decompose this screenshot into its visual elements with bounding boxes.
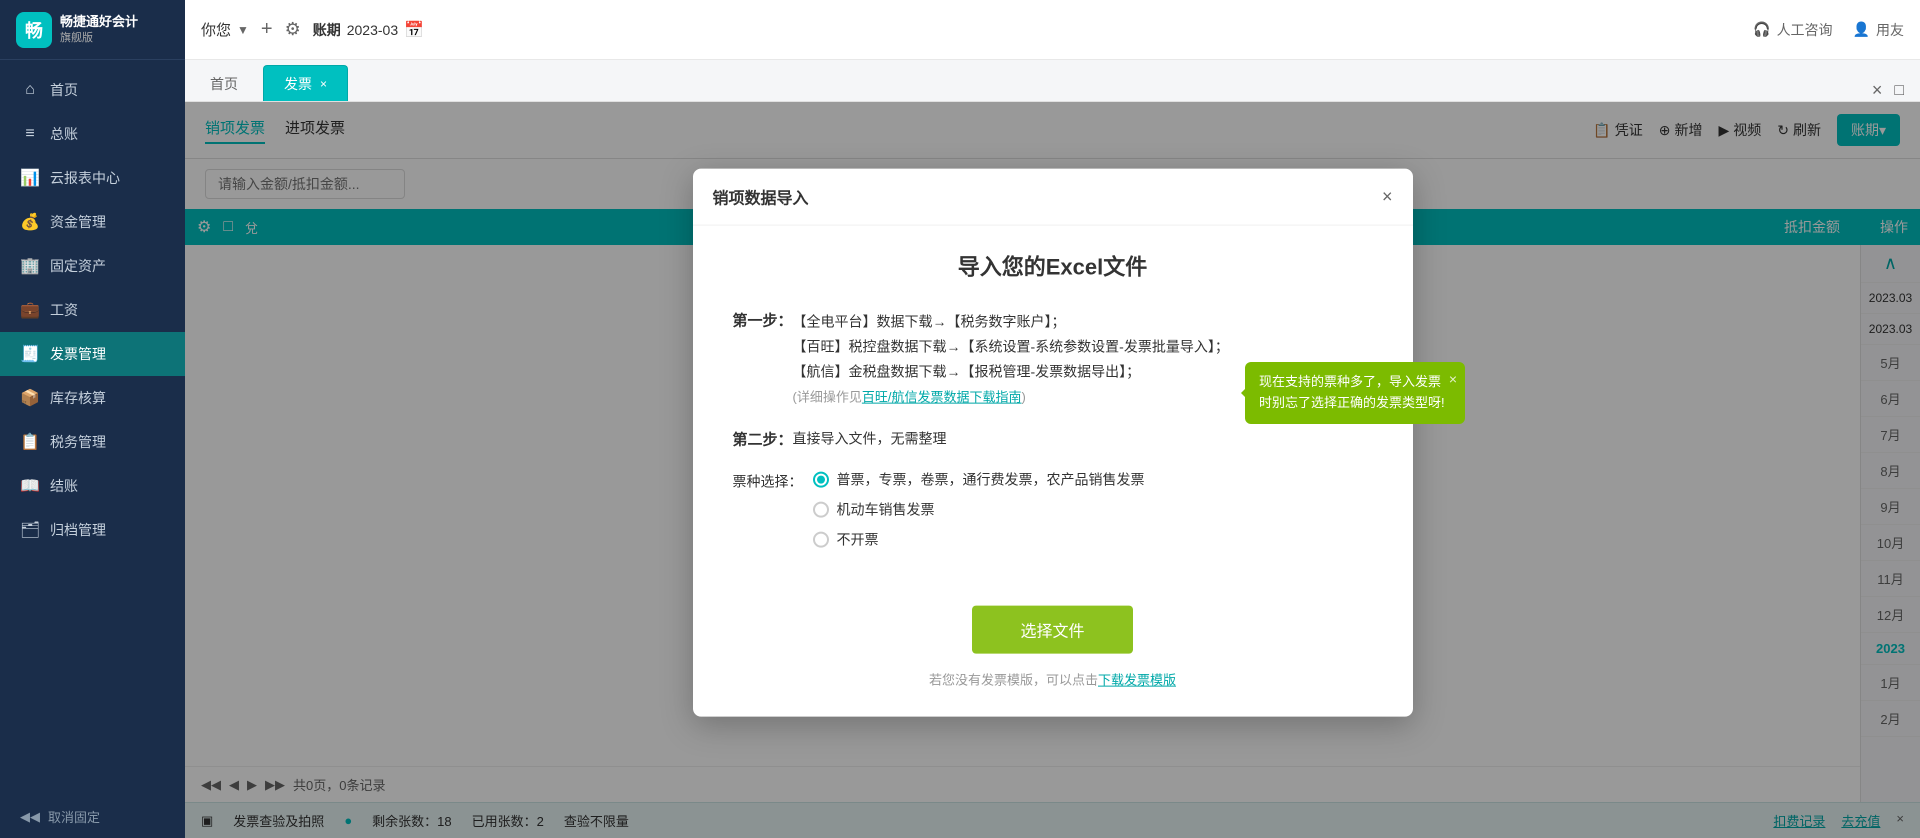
step1-label: 第一步： — [733, 310, 793, 331]
ledger-icon: ≡ — [20, 125, 40, 143]
step2-block: 第二步： 直接导入文件，无需整理 — [733, 429, 1373, 450]
window-maximize-icon[interactable]: □ — [1894, 82, 1904, 100]
import-modal: 销项数据导入 × 导入您的Excel文件 第一步： 【全电平台】数据下载→【税务… — [693, 169, 1413, 717]
step2-text: 直接导入文件，无需整理 — [793, 429, 947, 449]
radio-1-circle[interactable] — [813, 472, 829, 488]
download-template-link[interactable]: 下载发票模版 — [1098, 673, 1176, 688]
sidebar-item-archive[interactable]: 🗂 归档管理 — [0, 508, 185, 552]
logo-icon: 畅 — [16, 12, 52, 48]
modal-title: 销项数据导入 — [713, 185, 809, 209]
tab-invoice[interactable]: 发票 × — [263, 65, 348, 101]
sidebar-item-assets[interactable]: 🏢 固定资产 — [0, 244, 185, 288]
archive-icon: 🗂 — [20, 520, 40, 540]
stock-icon: 📦 — [20, 388, 40, 408]
sidebar: 畅 畅捷通好会计 旗舰版 ⌂ 首页 ≡ 总账 📊 云报表中心 💰 资金管理 🏢 … — [0, 0, 185, 838]
tooltip-close-icon[interactable]: × — [1449, 368, 1457, 390]
sidebar-nav: ⌂ 首页 ≡ 总账 📊 云报表中心 💰 资金管理 🏢 固定资产 💼 工资 🧾 发… — [0, 60, 185, 795]
fund-icon: 💰 — [20, 212, 40, 232]
sidebar-item-close[interactable]: 📖 结账 — [0, 464, 185, 508]
close-book-icon: 📖 — [20, 476, 40, 496]
ticket-option-3[interactable]: 不开票 — [813, 530, 1145, 550]
select-file-button[interactable]: 选择文件 — [972, 606, 1132, 654]
tab-home[interactable]: 首页 — [189, 65, 259, 101]
step1-line1: 【全电平台】数据下载→【税务数字账户】； — [793, 310, 1229, 335]
ticket-selection: 票种选择： 普票，专票，卷票，通行费发票，农产品销售发票 — [733, 470, 1373, 550]
tax-icon: 📋 — [20, 432, 40, 452]
content-area: 销项发票 进项发票 📋 凭证 ⊕ 新增 ▶ 视频 — [185, 102, 1920, 838]
ticket-option-2-label: 机动车销售发票 — [837, 500, 935, 520]
radio-3-circle[interactable] — [813, 532, 829, 548]
ticket-option-1-label: 普票，专票，卷票，通行费发票，农产品销售发票 — [837, 470, 1145, 490]
step2-label: 第二步： — [733, 429, 793, 450]
logo-text: 畅捷通好会计 旗舰版 — [60, 14, 138, 45]
modal-footer: 选择文件 若您没有发票模版，可以点击下载发票模版 — [693, 606, 1413, 717]
company-selector[interactable]: 你您 ▼ — [201, 19, 249, 40]
radio-2-circle[interactable] — [813, 502, 829, 518]
period-display: 账期 2023-03 📅 — [313, 20, 424, 40]
settings-icon[interactable]: ⚙ — [285, 19, 301, 40]
top-header: 你您 ▼ + ⚙ 账期 2023-03 📅 🎧 人工咨询 👤 用友 — [185, 0, 1920, 60]
user-button[interactable]: 👤 用友 — [1853, 20, 1904, 40]
radio-group: 普票，专票，卷票，通行费发票，农产品销售发票 机动车销售发票 不开票 — [813, 470, 1145, 550]
modal-header: 销项数据导入 × — [693, 169, 1413, 226]
home-icon: ⌂ — [20, 81, 40, 99]
user-icon: 👤 — [1853, 21, 1870, 38]
tab-invoice-close-icon[interactable]: × — [320, 77, 327, 91]
sidebar-logo: 畅 畅捷通好会计 旗舰版 — [0, 0, 185, 60]
report-icon: 📊 — [20, 168, 40, 188]
pin-icon: ◀◀ — [20, 809, 40, 825]
sidebar-item-ledger[interactable]: ≡ 总账 — [0, 112, 185, 156]
ticket-option-3-label: 不开票 — [837, 530, 879, 550]
consult-button[interactable]: 🎧 人工咨询 — [1753, 20, 1832, 40]
sidebar-item-invoice[interactable]: 🧾 发票管理 — [0, 332, 185, 376]
sidebar-footer-cancel[interactable]: ◀◀ 取消固定 — [0, 795, 185, 838]
guide-link[interactable]: 百旺/航信发票数据下载指南 — [862, 389, 1022, 404]
sidebar-item-fund[interactable]: 💰 资金管理 — [0, 200, 185, 244]
step1-line2: 【百旺】税控盘数据下载→【系统设置-系统参数设置-发票批量导入】； — [793, 335, 1229, 360]
sidebar-item-report[interactable]: 📊 云报表中心 — [0, 156, 185, 200]
headset-icon: 🎧 — [1753, 21, 1770, 38]
download-hint: 若您没有发票模版，可以点击下载发票模版 — [693, 670, 1413, 689]
tooltip-bubble: × 现在支持的票种多了，导入发票时别忘了选择正确的发票类型呀! — [1245, 362, 1465, 424]
add-tab-button[interactable]: + — [261, 18, 273, 41]
radio-1-dot — [817, 476, 825, 484]
sidebar-item-tax[interactable]: 📋 税务管理 — [0, 420, 185, 464]
step1-guide: (详细操作见百旺/航信发票数据下载指南) — [793, 385, 1229, 408]
modal-excel-title: 导入您的Excel文件 — [733, 250, 1373, 282]
invoice-icon: 🧾 — [20, 344, 40, 364]
sidebar-item-stock[interactable]: 📦 库存核算 — [0, 376, 185, 420]
ticket-label: 票种选择： — [733, 470, 813, 492]
sidebar-item-salary[interactable]: 💼 工资 — [0, 288, 185, 332]
salary-icon: 💼 — [20, 300, 40, 320]
main-area: 你您 ▼ + ⚙ 账期 2023-03 📅 🎧 人工咨询 👤 用友 首页 发票 — [185, 0, 1920, 838]
ticket-option-2[interactable]: 机动车销售发票 — [813, 500, 1145, 520]
modal-close-icon[interactable]: × — [1382, 188, 1393, 206]
tabs-bar: 首页 发票 × × □ — [185, 60, 1920, 102]
calendar-icon: 📅 — [404, 20, 424, 40]
header-right: 🎧 人工咨询 👤 用友 — [1753, 20, 1904, 40]
step1-line3: 【航信】金税盘数据下载→【报税管理-发票数据导出】； — [793, 360, 1229, 385]
ticket-option-1[interactable]: 普票，专票，卷票，通行费发票，农产品销售发票 — [813, 470, 1145, 490]
window-close-icon[interactable]: × — [1872, 80, 1883, 101]
assets-icon: 🏢 — [20, 256, 40, 276]
sidebar-item-home[interactable]: ⌂ 首页 — [0, 68, 185, 112]
company-chevron-icon: ▼ — [237, 23, 249, 37]
tooltip-text: 现在支持的票种多了，导入发票时别忘了选择正确的发票类型呀! — [1259, 374, 1445, 410]
